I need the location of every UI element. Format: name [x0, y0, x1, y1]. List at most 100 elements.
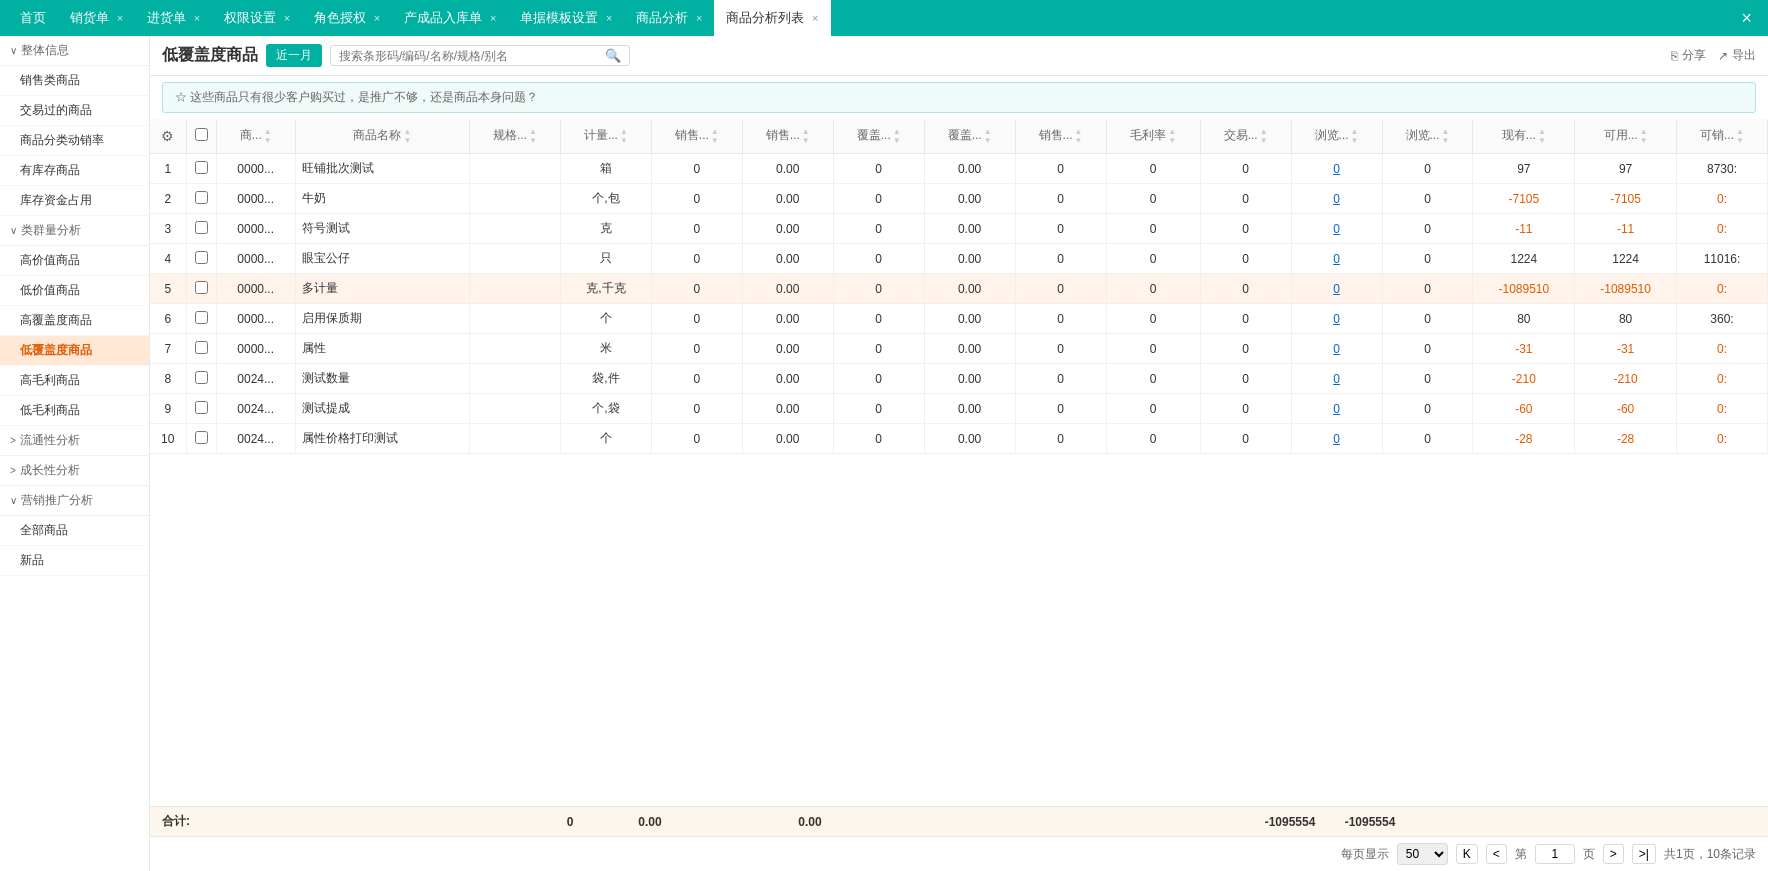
close-icon[interactable]: ×	[606, 12, 612, 24]
next-page-button[interactable]: >	[1603, 844, 1624, 864]
th-browse2[interactable]: 浏览...▲▼	[1382, 119, 1473, 154]
close-icon[interactable]: ×	[117, 12, 123, 24]
row-checkbox[interactable]	[195, 221, 208, 234]
th-sales-x[interactable]: 销售...▲▼	[1015, 119, 1106, 154]
cell-sales-qty: 0	[651, 334, 742, 364]
cell-browse1[interactable]: 0	[1291, 304, 1382, 334]
search-input[interactable]	[339, 49, 605, 63]
search-icon[interactable]: 🔍	[605, 48, 621, 63]
nav-tab-permissions[interactable]: 权限设置 ×	[212, 0, 302, 36]
export-button[interactable]: ↗ 导出	[1718, 47, 1756, 64]
close-all-tabs-button[interactable]: ×	[1733, 0, 1760, 36]
cell-browse1[interactable]: 0	[1291, 424, 1382, 454]
sidebar-item-all-goods[interactable]: 全部商品	[0, 516, 149, 546]
close-icon[interactable]: ×	[194, 12, 200, 24]
cell-check[interactable]	[186, 214, 216, 244]
cell-check[interactable]	[186, 184, 216, 214]
th-code[interactable]: 商...▲▼	[216, 119, 295, 154]
row-checkbox[interactable]	[195, 191, 208, 204]
sidebar-item-high-value[interactable]: 高价值商品	[0, 246, 149, 276]
sidebar-section-marketing[interactable]: ∨ 营销推广分析	[0, 486, 149, 516]
close-icon[interactable]: ×	[696, 12, 702, 24]
sidebar-section-circulation[interactable]: > 流通性分析	[0, 426, 149, 456]
th-trade[interactable]: 交易...▲▼	[1200, 119, 1291, 154]
cell-browse1[interactable]: 0	[1291, 334, 1382, 364]
sidebar-item-high-margin[interactable]: 高毛利商品	[0, 366, 149, 396]
cell-browse1[interactable]: 0	[1291, 154, 1382, 184]
cell-check[interactable]	[186, 394, 216, 424]
sidebar-item-low-coverage[interactable]: 低覆盖度商品	[0, 336, 149, 366]
cell-browse1[interactable]: 0	[1291, 394, 1382, 424]
th-saleable[interactable]: 可销...▲▼	[1676, 119, 1767, 154]
page-label: 第	[1515, 846, 1527, 863]
cell-browse1[interactable]: 0	[1291, 214, 1382, 244]
th-spec[interactable]: 规格...▲▼	[469, 119, 560, 154]
cell-browse1[interactable]: 0	[1291, 244, 1382, 274]
last-page-button[interactable]: >|	[1632, 844, 1656, 864]
th-name[interactable]: 商品名称▲▼	[295, 119, 469, 154]
th-cover2[interactable]: 覆盖...▲▼	[924, 119, 1015, 154]
nav-tab-analysis[interactable]: 商品分析 ×	[624, 0, 714, 36]
cell-check[interactable]	[186, 304, 216, 334]
th-sales-qty[interactable]: 销售...▲▼	[651, 119, 742, 154]
first-page-button[interactable]: K	[1456, 844, 1478, 864]
cell-check[interactable]	[186, 154, 216, 184]
sidebar-section-cluster[interactable]: ∨ 类群量分析	[0, 216, 149, 246]
close-icon[interactable]: ×	[374, 12, 380, 24]
sidebar-item-stock-goods[interactable]: 有库存商品	[0, 156, 149, 186]
share-button[interactable]: ⎘ 分享	[1671, 47, 1706, 64]
sidebar-section-overall[interactable]: ∨ 整体信息	[0, 36, 149, 66]
cell-check[interactable]	[186, 244, 216, 274]
th-cover1[interactable]: 覆盖...▲▼	[833, 119, 924, 154]
sidebar-item-traded-goods[interactable]: 交易过的商品	[0, 96, 149, 126]
nav-tab-templates[interactable]: 单据模板设置 ×	[508, 0, 624, 36]
sidebar-item-stock-capital[interactable]: 库存资金占用	[0, 186, 149, 216]
nav-tab-roles[interactable]: 角色授权 ×	[302, 0, 392, 36]
cell-check[interactable]	[186, 274, 216, 304]
sidebar-item-sales-goods[interactable]: 销售类商品	[0, 66, 149, 96]
time-filter-button[interactable]: 近一月	[266, 44, 322, 67]
sidebar-item-low-margin[interactable]: 低毛利商品	[0, 396, 149, 426]
close-icon[interactable]: ×	[284, 12, 290, 24]
cell-browse1[interactable]: 0	[1291, 274, 1382, 304]
nav-tab-home[interactable]: 首页	[8, 0, 58, 36]
sidebar-item-low-value[interactable]: 低价值商品	[0, 276, 149, 306]
select-all-checkbox[interactable]	[195, 128, 208, 141]
th-unit[interactable]: 计量...▲▼	[560, 119, 651, 154]
cell-check[interactable]	[186, 424, 216, 454]
th-browse1[interactable]: 浏览...▲▼	[1291, 119, 1382, 154]
sidebar-item-new-goods[interactable]: 新品	[0, 546, 149, 576]
gear-icon[interactable]: ⚙	[161, 128, 174, 144]
page-number-input[interactable]	[1535, 844, 1575, 864]
nav-tab-sales[interactable]: 销货单 ×	[58, 0, 135, 36]
row-checkbox[interactable]	[195, 401, 208, 414]
table-row: 7 0000... 属性 米 0 0.00 0 0.00 0 0 0 0 0 -…	[150, 334, 1768, 364]
th-available[interactable]: 可用...▲▼	[1575, 119, 1677, 154]
per-page-select[interactable]: 20 50 100	[1397, 843, 1448, 865]
nav-tab-purchase[interactable]: 进货单 ×	[135, 0, 212, 36]
sidebar-item-category-rate[interactable]: 商品分类动销率	[0, 126, 149, 156]
th-current[interactable]: 现有...▲▼	[1473, 119, 1575, 154]
sidebar-item-high-coverage[interactable]: 高覆盖度商品	[0, 306, 149, 336]
row-checkbox[interactable]	[195, 251, 208, 264]
th-gross-rate[interactable]: 毛利率▲▼	[1106, 119, 1200, 154]
nav-tab-analysis-list[interactable]: 商品分析列表 ×	[714, 0, 830, 36]
row-checkbox[interactable]	[195, 431, 208, 444]
cell-check[interactable]	[186, 364, 216, 394]
th-sales-amt[interactable]: 销售...▲▼	[742, 119, 833, 154]
row-checkbox[interactable]	[195, 311, 208, 324]
close-icon[interactable]: ×	[812, 12, 818, 24]
sidebar-section-growth[interactable]: > 成长性分析	[0, 456, 149, 486]
cell-browse1[interactable]: 0	[1291, 184, 1382, 214]
cell-browse1[interactable]: 0	[1291, 364, 1382, 394]
cell-trade: 0	[1200, 244, 1291, 274]
row-checkbox[interactable]	[195, 161, 208, 174]
row-checkbox[interactable]	[195, 371, 208, 384]
th-gear[interactable]: ⚙	[150, 119, 186, 154]
row-checkbox[interactable]	[195, 281, 208, 294]
close-icon[interactable]: ×	[490, 12, 496, 24]
row-checkbox[interactable]	[195, 341, 208, 354]
prev-page-button[interactable]: <	[1486, 844, 1507, 864]
cell-check[interactable]	[186, 334, 216, 364]
nav-tab-products[interactable]: 产成品入库单 ×	[392, 0, 508, 36]
